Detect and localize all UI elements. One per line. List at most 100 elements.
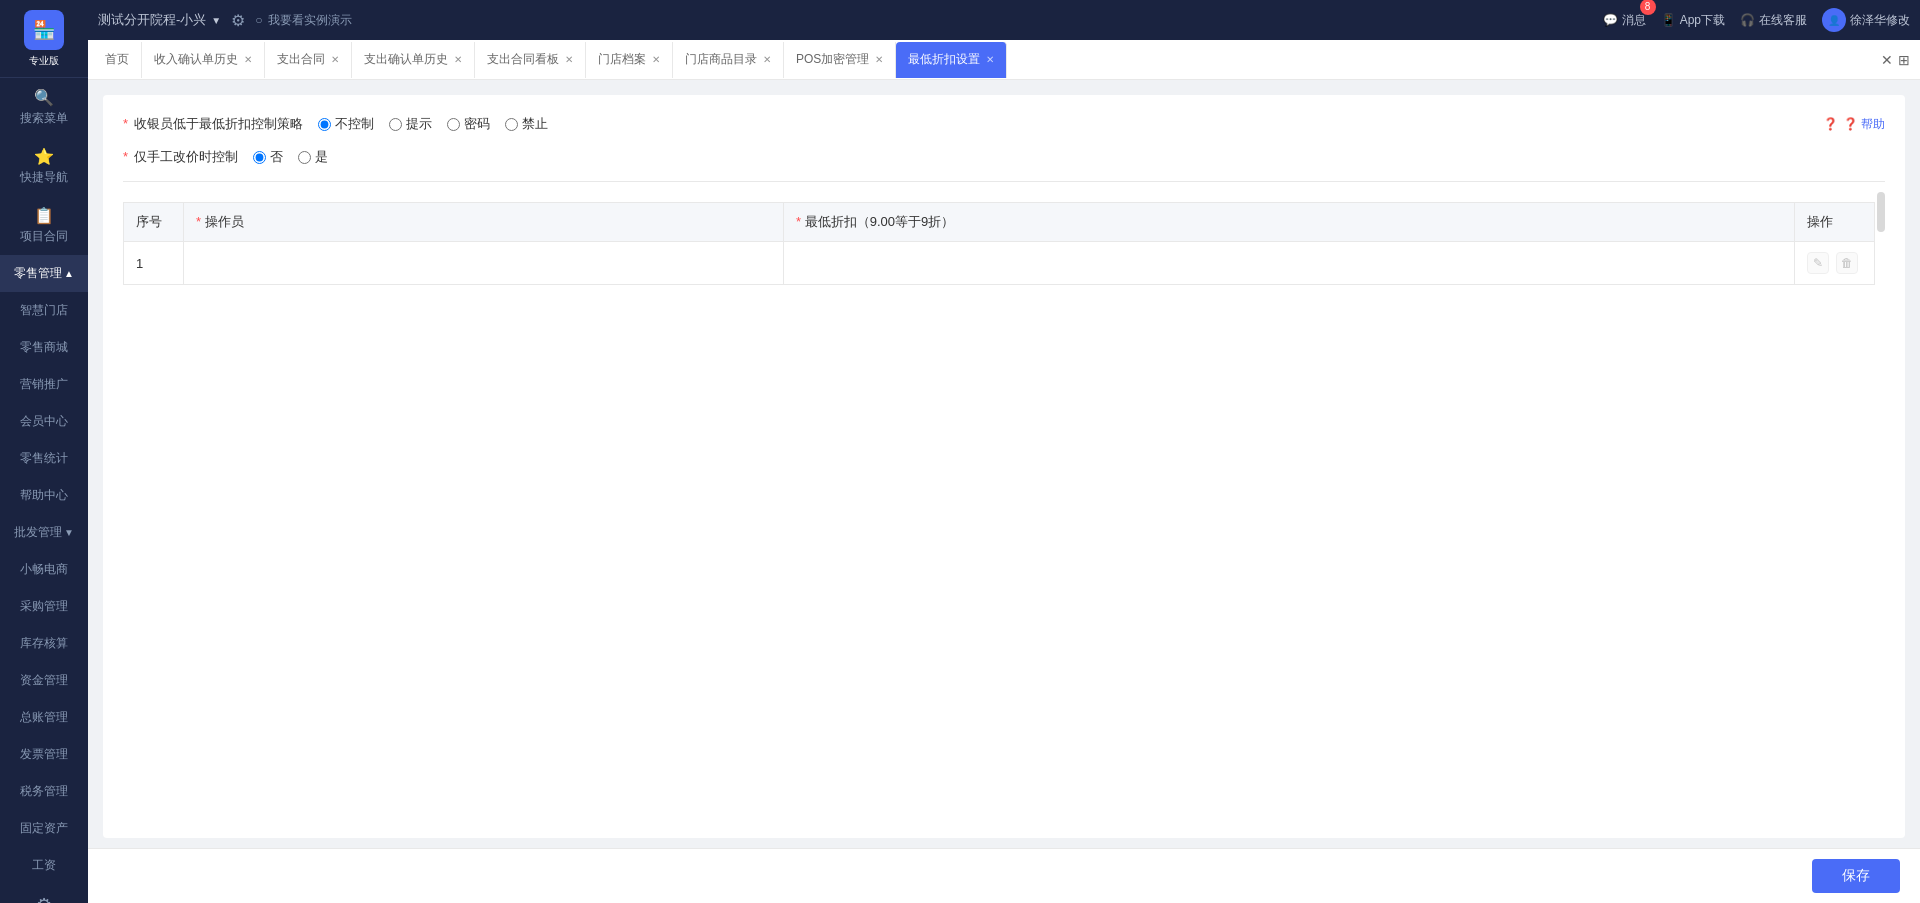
radio-ban-input[interactable] xyxy=(505,118,518,131)
sidebar-item-tax[interactable]: 税务管理 xyxy=(0,773,88,810)
sidebar-item-label: 搜索菜单 xyxy=(20,110,68,127)
demo-link[interactable]: ○ 我要看实例演示 xyxy=(255,12,351,29)
sidebar-item-fixed-assets[interactable]: 固定资产 xyxy=(0,810,88,847)
user-menu[interactable]: 👤 徐泽华修改 xyxy=(1822,8,1910,32)
sidebar-item-salary[interactable]: 工资 xyxy=(0,847,88,884)
policy-required: * xyxy=(123,116,128,131)
tab-pos-manage-close[interactable]: ✕ xyxy=(875,54,883,65)
message-badge: 8 xyxy=(1640,0,1656,15)
radio-password[interactable]: 密码 xyxy=(447,115,490,133)
sidebar-item-wholesale[interactable]: 批发管理 ▼ xyxy=(0,514,88,551)
cell-operator xyxy=(184,242,784,285)
delete-row-button[interactable]: 🗑 xyxy=(1836,252,1858,274)
main-area: 测试分开院程-小兴 ▼ ⚙ ○ 我要看实例演示 💬 消息 8 📱 App下载 🎧… xyxy=(88,0,1920,903)
demo-icon: ○ xyxy=(255,13,262,27)
radio-manual-no[interactable]: 否 xyxy=(253,148,283,166)
sidebar-item-ecommerce[interactable]: 小畅电商 xyxy=(0,551,88,588)
chevron-down-icon: ▼ xyxy=(64,527,74,538)
tab-store-goods-close[interactable]: ✕ xyxy=(763,54,771,65)
tab-expense-board-close[interactable]: ✕ xyxy=(565,54,573,65)
tabs-close-all[interactable]: ✕ xyxy=(1881,52,1893,68)
sidebar-item-label: 帮助中心 xyxy=(20,487,68,504)
radio-manual-yes-label: 是 xyxy=(315,148,328,166)
sidebar-item-project[interactable]: 📋 项目合同 xyxy=(0,196,88,255)
tab-home-label: 首页 xyxy=(105,51,129,68)
radio-tip[interactable]: 提示 xyxy=(389,115,432,133)
chevron-up-icon: ▲ xyxy=(64,268,74,279)
sidebar-item-label: 资金管理 xyxy=(20,672,68,689)
tabs-bar: 首页 收入确认单历史 ✕ 支出合同 ✕ 支出确认单历史 ✕ 支出合同看板 ✕ 门… xyxy=(88,40,1920,80)
radio-manual-yes-input[interactable] xyxy=(298,151,311,164)
tab-min-discount[interactable]: 最低折扣设置 ✕ xyxy=(896,42,1007,78)
sidebar-item-help[interactable]: 帮助中心 xyxy=(0,477,88,514)
message-label: 消息 xyxy=(1622,12,1646,29)
tab-contract[interactable]: 支出合同 ✕ xyxy=(265,42,352,78)
radio-manual-yes[interactable]: 是 xyxy=(298,148,328,166)
avatar-icon: 👤 xyxy=(1828,15,1840,26)
radio-no-control-input[interactable] xyxy=(318,118,331,131)
radio-manual-no-input[interactable] xyxy=(253,151,266,164)
manual-required: * xyxy=(123,149,128,164)
radio-password-input[interactable] xyxy=(447,118,460,131)
sidebar-item-label: 批发管理 xyxy=(14,524,62,541)
tabs-menu[interactable]: ⊞ xyxy=(1898,52,1910,68)
tab-store-goods[interactable]: 门店商品目录 ✕ xyxy=(673,42,784,78)
th-operator: * 操作员 xyxy=(184,203,784,242)
app-download-button[interactable]: 📱 App下载 xyxy=(1661,12,1725,29)
tab-expense-confirm[interactable]: 支出确认单历史 ✕ xyxy=(352,42,475,78)
radio-tip-input[interactable] xyxy=(389,118,402,131)
th-discount: * 最低折扣（9.00等于9折） xyxy=(784,203,1795,242)
sidebar-item-member[interactable]: 会员中心 xyxy=(0,403,88,440)
th-seq: 序号 xyxy=(124,203,184,242)
sidebar-item-ledger[interactable]: 总账管理 xyxy=(0,699,88,736)
manual-radio-group: 否 是 xyxy=(253,148,328,166)
sidebar-item-label: 采购管理 xyxy=(20,598,68,615)
sidebar-item-retail-mall[interactable]: 零售商城 xyxy=(0,329,88,366)
tab-pos-manage[interactable]: POS加密管理 ✕ xyxy=(784,42,896,78)
radio-ban[interactable]: 禁止 xyxy=(505,115,548,133)
tab-income[interactable]: 收入确认单历史 ✕ xyxy=(142,42,265,78)
sidebar-item-retail[interactable]: 零售管理 ▲ xyxy=(0,255,88,292)
sidebar-item-retail-stat[interactable]: 零售统计 xyxy=(0,440,88,477)
contract-icon: 📋 xyxy=(34,206,54,225)
sidebar-item-invoice[interactable]: 发票管理 xyxy=(0,736,88,773)
tab-expense-board[interactable]: 支出合同看板 ✕ xyxy=(475,42,586,78)
save-button[interactable]: 保存 xyxy=(1812,859,1900,893)
sidebar-item-shortcut[interactable]: ⭐ 快捷导航 xyxy=(0,137,88,196)
edit-row-button[interactable]: ✎ xyxy=(1807,252,1829,274)
tab-min-discount-close[interactable]: ✕ xyxy=(986,54,994,65)
demo-label: 我要看实例演示 xyxy=(268,12,352,29)
sidebar-item-smart-store[interactable]: 智慧门店 xyxy=(0,292,88,329)
help-link[interactable]: ❓ ❓ 帮助 xyxy=(1823,116,1885,133)
table-row: 1 ✎ 🗑 xyxy=(124,242,1875,285)
tab-expense-confirm-close[interactable]: ✕ xyxy=(454,54,462,65)
tab-store-file-close[interactable]: ✕ xyxy=(652,54,660,65)
radio-no-control[interactable]: 不控制 xyxy=(318,115,374,133)
sidebar-item-label: 智慧门店 xyxy=(20,302,68,319)
sidebar-bottom: ⚙ xyxy=(0,884,88,903)
message-button[interactable]: 💬 消息 8 xyxy=(1603,12,1646,29)
sidebar-item-label: 营销推广 xyxy=(20,376,68,393)
star-icon: ⭐ xyxy=(34,147,54,166)
topbar-right: 💬 消息 8 📱 App下载 🎧 在线客服 👤 徐泽华修改 xyxy=(1603,8,1910,32)
table-scrollbar[interactable] xyxy=(1877,192,1885,232)
radio-tip-label: 提示 xyxy=(406,115,432,133)
cell-action: ✎ 🗑 xyxy=(1795,242,1875,285)
sidebar-item-marketing[interactable]: 营销推广 xyxy=(0,366,88,403)
project-selector[interactable]: 测试分开院程-小兴 ▼ xyxy=(98,11,221,29)
manual-label: * 仅手工改价时控制 xyxy=(123,148,238,166)
sidebar-item-search[interactable]: 🔍 搜索菜单 xyxy=(0,78,88,137)
sidebar-item-label: 工资 xyxy=(32,857,56,874)
sidebar-item-purchase[interactable]: 采购管理 xyxy=(0,588,88,625)
sidebar-item-inventory[interactable]: 库存核算 xyxy=(0,625,88,662)
bottom-bar: 保存 xyxy=(88,848,1920,903)
tab-contract-close[interactable]: ✕ xyxy=(331,54,339,65)
tab-income-close[interactable]: ✕ xyxy=(244,54,252,65)
settings-icon[interactable]: ⚙ xyxy=(36,894,52,903)
sidebar-item-label: 总账管理 xyxy=(20,709,68,726)
tab-home[interactable]: 首页 xyxy=(93,42,142,78)
sidebar-item-finance[interactable]: 资金管理 xyxy=(0,662,88,699)
topbar-settings-button[interactable]: ⚙ xyxy=(231,11,245,30)
tab-store-file[interactable]: 门店档案 ✕ xyxy=(586,42,673,78)
online-service-button[interactable]: 🎧 在线客服 xyxy=(1740,12,1807,29)
